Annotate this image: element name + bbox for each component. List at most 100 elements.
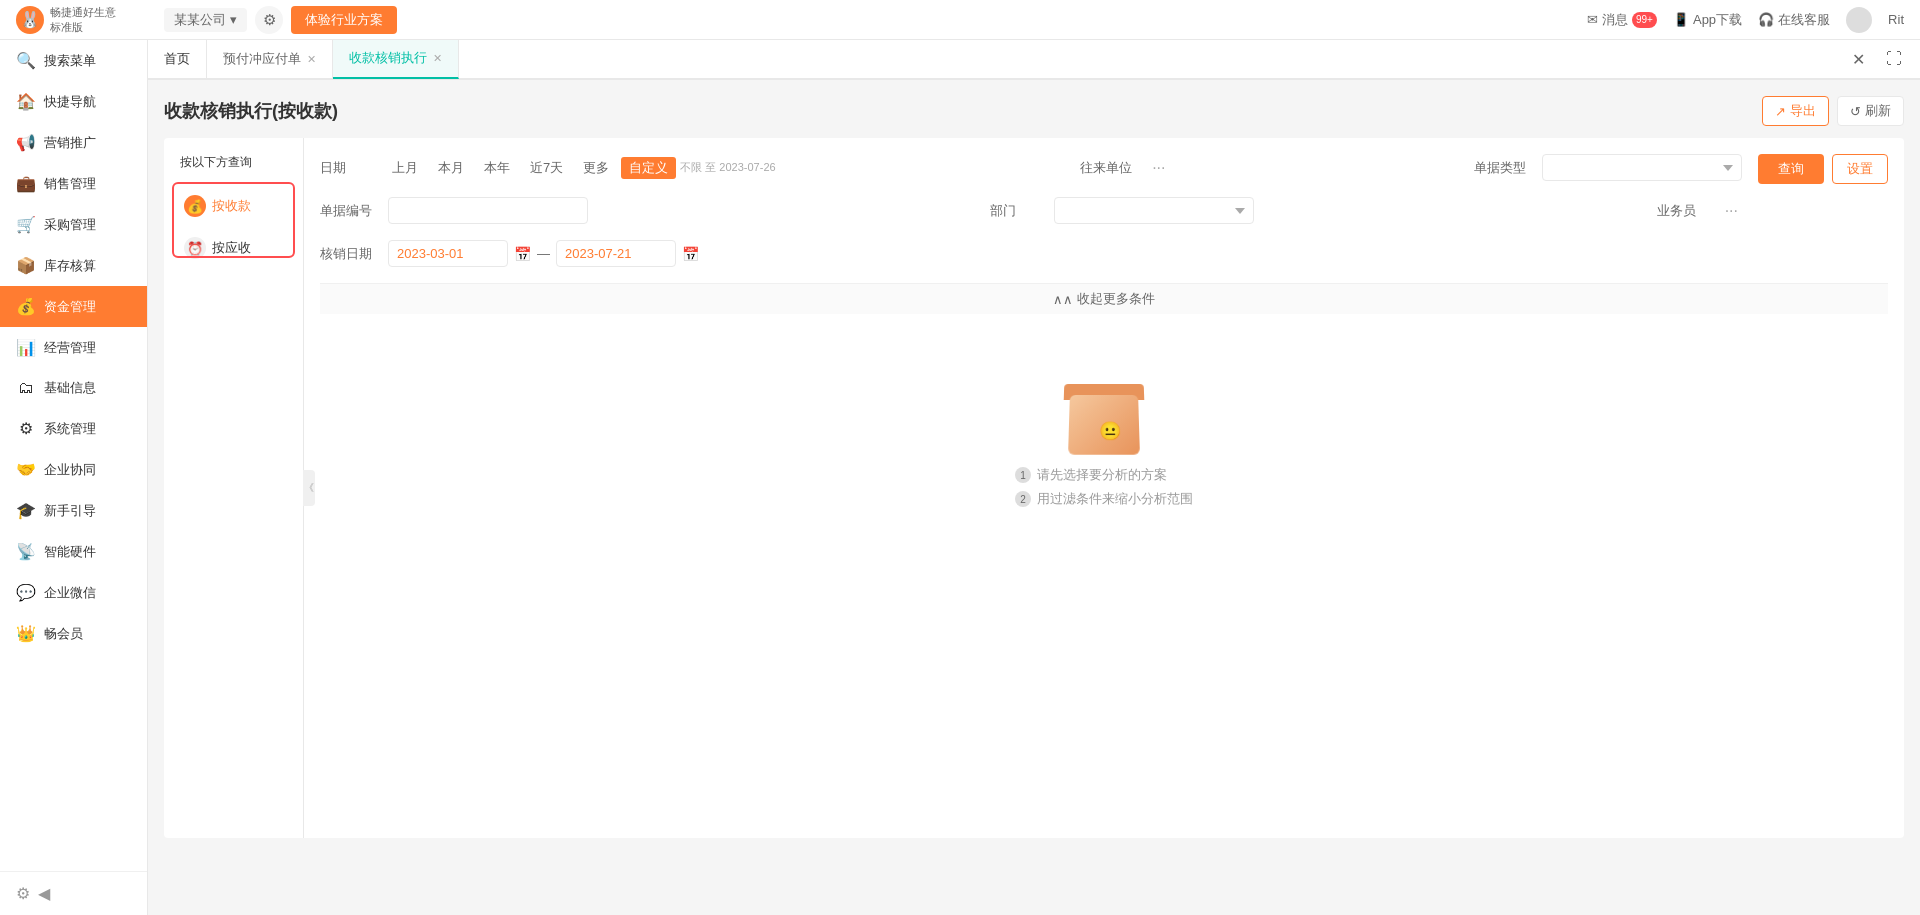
date-custom-button[interactable]: 自定义 <box>621 157 676 179</box>
sidebar-item-vip[interactable]: 👑 畅会员 <box>0 613 147 654</box>
vip-icon: 👑 <box>16 624 36 643</box>
company-selector[interactable]: 某某公司 ▾ <box>164 8 247 32</box>
calendar-end-icon[interactable]: 📅 <box>682 246 699 262</box>
date-last7days-button[interactable]: 近7天 <box>522 157 571 179</box>
counterpart-dots-button[interactable]: ··· <box>1148 159 1169 177</box>
app-name: 畅捷通好生意 <box>50 5 116 20</box>
empty-tip-2: 2 用过滤条件来缩小分析范围 <box>1015 490 1193 508</box>
export-button[interactable]: ↗ 导出 <box>1762 96 1829 126</box>
hardware-icon: 📡 <box>16 542 36 561</box>
sidebar-item-hardware[interactable]: 📡 智能硬件 <box>0 531 147 572</box>
sidebar-item-business[interactable]: 📊 经营管理 <box>0 327 147 368</box>
receivable-icon: ⏰ <box>184 237 206 259</box>
message-icon: ✉ <box>1587 12 1598 27</box>
sidebar-bottom: ⚙ ◀ <box>0 871 147 915</box>
industry-button[interactable]: 体验行业方案 <box>291 6 397 34</box>
doc-type-label: 单据类型 <box>1474 159 1526 177</box>
date-last-month-button[interactable]: 上月 <box>384 157 426 179</box>
home-icon: 🏠 <box>16 92 36 111</box>
sidebar-item-wechat[interactable]: 💬 企业微信 <box>0 572 147 613</box>
topbar-center: 某某公司 ▾ ⚙ 体验行业方案 <box>164 6 1587 34</box>
sidebar-item-system[interactable]: ⚙ 系统管理 <box>0 408 147 449</box>
basic-icon: 🗂 <box>16 379 36 397</box>
receipt-icon: 💰 <box>184 195 206 217</box>
empty-tip-1: 1 请先选择要分析的方案 <box>1015 466 1193 484</box>
tab-receipt[interactable]: 收款核销执行 ✕ <box>333 39 459 79</box>
filter-option-by-receivable[interactable]: ⏰ 按应收 <box>172 229 295 267</box>
tab-bar: 首页 预付冲应付单 ✕ 收款核销执行 ✕ ✕ ⛶ <box>148 40 1920 80</box>
date-range-hint: 不限 至 2023-07-26 <box>680 160 775 175</box>
refresh-button[interactable]: ↺ 刷新 <box>1837 96 1904 126</box>
doc-number-input[interactable] <box>388 197 588 224</box>
sidebar-item-guide[interactable]: 🎓 新手引导 <box>0 490 147 531</box>
sales-icon: 💼 <box>16 174 36 193</box>
filter-collapse-arrow[interactable]: 《 <box>303 470 315 506</box>
query-row-2: 单据编号 部门 业务员 ··· <box>320 197 1742 224</box>
sidebar-item-quicknav[interactable]: 🏠 快捷导航 <box>0 81 147 122</box>
app-download-button[interactable]: 📱 App下载 <box>1673 11 1742 29</box>
date-quick-btns: 上月 本月 本年 近7天 更多 自定义 不限 至 2023-07-26 <box>384 157 776 179</box>
user-avatar[interactable] <box>1846 7 1872 33</box>
sidebar-collapse-button[interactable]: ◀ <box>38 884 50 903</box>
filter-panel-title: 按以下方查询 <box>172 150 295 175</box>
gear-button[interactable]: ⚙ <box>255 6 283 34</box>
empty-tips: 1 请先选择要分析的方案 2 用过滤条件来缩小分析范围 <box>1015 466 1193 508</box>
calendar-start-icon[interactable]: 📅 <box>514 246 531 262</box>
tab-close-all-button[interactable]: ✕ <box>1844 45 1872 73</box>
query-panel: 日期 上月 本月 本年 近7天 更多 自定义 不限 至 2023-07-26 往… <box>304 138 1904 838</box>
query-row-1: 日期 上月 本月 本年 近7天 更多 自定义 不限 至 2023-07-26 往… <box>320 154 1742 181</box>
staff-dots-button[interactable]: ··· <box>1721 202 1742 220</box>
refresh-icon: ↺ <box>1850 104 1861 119</box>
staff-label: 业务员 <box>1657 202 1705 220</box>
query-row-3: 核销日期 📅 — 📅 <box>320 240 1742 267</box>
sidebar-item-enterprise[interactable]: 🤝 企业协同 <box>0 449 147 490</box>
search-button[interactable]: 查询 <box>1758 154 1824 184</box>
message-badge: 99+ <box>1632 12 1657 28</box>
service-icon: 🎧 <box>1758 12 1774 27</box>
date-more-button[interactable]: 更多 <box>575 157 617 179</box>
marketing-icon: 📢 <box>16 133 36 152</box>
sidebar-item-search[interactable]: 🔍 搜索菜单 <box>0 40 147 81</box>
date-this-month-button[interactable]: 本月 <box>430 157 472 179</box>
doc-number-label: 单据编号 <box>320 202 372 220</box>
topbar-right: ✉ 消息 99+ 📱 App下载 🎧 在线客服 Rit <box>1587 7 1904 33</box>
tab-receipt-close[interactable]: ✕ <box>433 52 442 65</box>
empty-state: 😐 1 请先选择要分析的方案 2 用过滤条件来缩小分析范围 <box>320 314 1888 568</box>
sidebar-item-basic[interactable]: 🗂 基础信息 <box>0 368 147 408</box>
collapse-conditions-button[interactable]: ∧∧ 收起更多条件 <box>320 283 1888 314</box>
app-logo: 🐰 畅捷通好生意 标准版 <box>16 5 164 35</box>
guide-icon: 🎓 <box>16 501 36 520</box>
settings-button[interactable]: 设置 <box>1832 154 1888 184</box>
enterprise-icon: 🤝 <box>16 460 36 479</box>
tab-fullscreen-button[interactable]: ⛶ <box>1880 45 1908 73</box>
sidebar-item-purchase[interactable]: 🛒 采购管理 <box>0 204 147 245</box>
logo-icon: 🐰 <box>16 6 44 34</box>
finance-icon: 💰 <box>16 297 36 316</box>
writeoff-date-start-input[interactable] <box>388 240 508 267</box>
tab-home[interactable]: 首页 <box>148 39 207 79</box>
inventory-icon: 📦 <box>16 256 36 275</box>
purchase-icon: 🛒 <box>16 215 36 234</box>
message-button[interactable]: ✉ 消息 99+ <box>1587 11 1657 29</box>
sidebar: 🔍 搜索菜单 🏠 快捷导航 📢 营销推广 💼 销售管理 🛒 采购管理 📦 库存核… <box>0 40 148 915</box>
wechat-icon: 💬 <box>16 583 36 602</box>
top-bar: 🐰 畅捷通好生意 标准版 某某公司 ▾ ⚙ 体验行业方案 ✉ 消息 99+ 📱 … <box>0 0 1920 40</box>
writeoff-date-end-input[interactable] <box>556 240 676 267</box>
tab-prepay[interactable]: 预付冲应付单 ✕ <box>207 39 333 79</box>
query-actions: 查询 设置 <box>1758 154 1888 283</box>
dept-select[interactable] <box>1054 197 1254 224</box>
sidebar-settings-button[interactable]: ⚙ <box>16 884 30 903</box>
tab-prepay-close[interactable]: ✕ <box>307 53 316 66</box>
company-name: 某某公司 <box>174 11 226 29</box>
sidebar-item-marketing[interactable]: 📢 营销推广 <box>0 122 147 163</box>
sidebar-item-sales[interactable]: 💼 销售管理 <box>0 163 147 204</box>
filter-panel: 按以下方查询 💰 按收款 ⏰ 按应收 《 <box>164 138 304 838</box>
app-icon: 📱 <box>1673 12 1689 27</box>
doc-type-select[interactable] <box>1542 154 1742 181</box>
sidebar-item-finance[interactable]: 💰 资金管理 <box>0 286 147 327</box>
date-this-year-button[interactable]: 本年 <box>476 157 518 179</box>
online-service-button[interactable]: 🎧 在线客服 <box>1758 11 1830 29</box>
sidebar-item-inventory[interactable]: 📦 库存核算 <box>0 245 147 286</box>
filter-option-by-receipt[interactable]: 💰 按收款 <box>172 187 295 225</box>
app-version: 标准版 <box>50 20 116 35</box>
